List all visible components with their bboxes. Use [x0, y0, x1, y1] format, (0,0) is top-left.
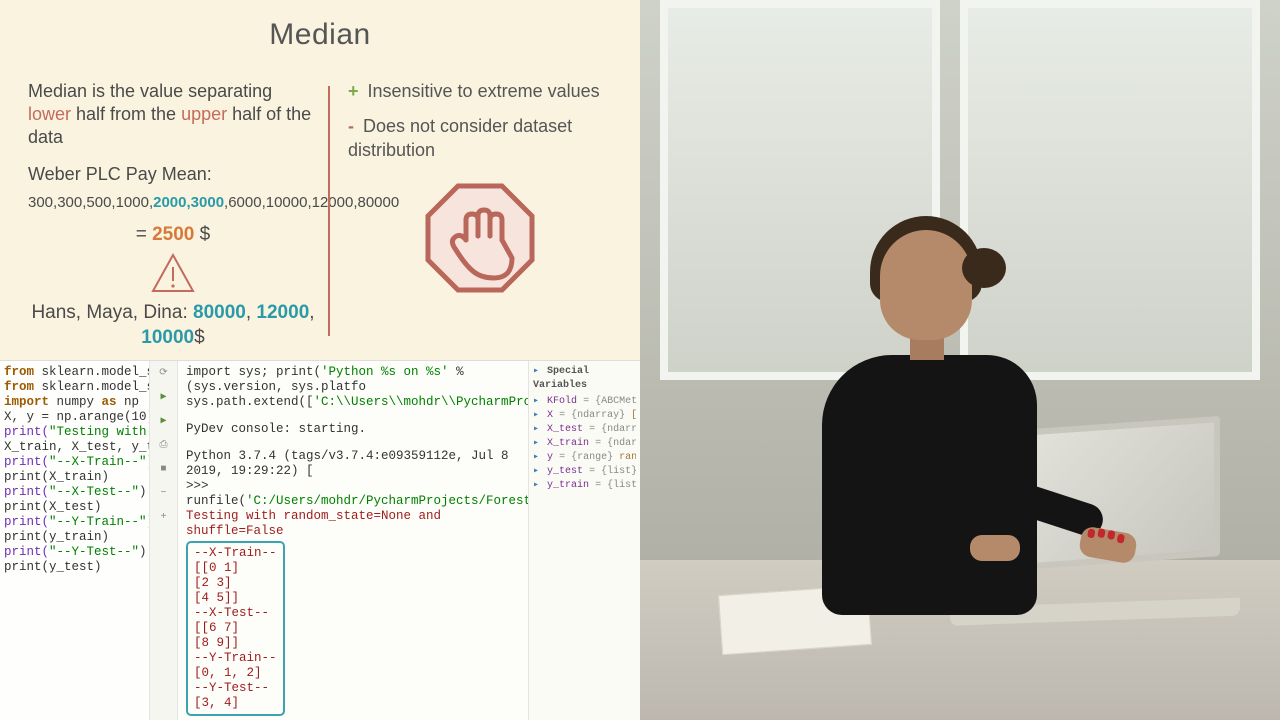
- code-line: print("--Y-Train--"): [4, 515, 147, 530]
- code-line: print(X_train): [4, 470, 147, 485]
- collapse-icon[interactable]: −: [156, 485, 172, 501]
- variable-row[interactable]: ▸ X_test = {ndarray} [[6 7]\n [: [533, 423, 636, 437]
- variable-row[interactable]: ▸ X = {ndarray} [[0 1]\n [2 3]\n: [533, 409, 636, 423]
- code-line: print("--X-Test--"): [4, 485, 147, 500]
- rerun-icon[interactable]: ▶: [156, 413, 172, 429]
- highlighted-output: --X-Train-- [[0 1] [2 3] [4 5]] --X-Test…: [186, 541, 285, 716]
- subhead-text: Weber PLC Pay Mean:: [28, 163, 318, 186]
- person-illustration: [770, 190, 1050, 610]
- vertical-divider: [328, 86, 330, 336]
- slide-panel: Median Median is the value separating lo…: [0, 0, 640, 360]
- plus-bullet: + Insensitive to extreme values: [348, 80, 612, 103]
- variable-row[interactable]: ▸ y = {range} range(0, 5): [533, 451, 636, 465]
- code-line: print(y_test): [4, 560, 147, 575]
- console-line: import sys; print('Python %s on %s' % (s…: [186, 365, 522, 395]
- variables-panel[interactable]: ▸ Special Variables ▸ KFold = {ABCMeta} …: [528, 361, 640, 720]
- console-line: PyDev console: starting.: [186, 422, 522, 437]
- stop-icon: [348, 178, 612, 298]
- run-gutter: ⟳ ▶ ▶ ⎙ ■ − +: [150, 361, 178, 720]
- minus-bullet: - Does not consider dataset distribution: [348, 115, 612, 162]
- code-line: X_train, X_test, y_train, y: [4, 440, 147, 455]
- code-line: print(y_train): [4, 530, 147, 545]
- variable-row[interactable]: ▸ X_train = {ndarray} [[0 1]\n [: [533, 437, 636, 451]
- console-line: Testing with random_state=None and shuff…: [186, 509, 522, 539]
- variables-header: ▸ Special Variables: [533, 365, 636, 393]
- variable-row[interactable]: ▸ y_train = {list} [0, 1, 2]: [533, 479, 636, 493]
- names-line: Hans, Maya, Dina: 80000, 12000, 10000$: [28, 301, 318, 350]
- code-line: print(X_test): [4, 500, 147, 515]
- print-icon[interactable]: ⎙: [156, 437, 172, 453]
- code-line: print("--X-Train--"): [4, 455, 147, 470]
- code-editor[interactable]: from sklearn.model_selectio from sklearn…: [0, 361, 150, 720]
- console-output[interactable]: import sys; print('Python %s on %s' % (s…: [178, 361, 528, 720]
- photo-panel: [640, 0, 1280, 720]
- refresh-icon[interactable]: ⟳: [156, 365, 172, 381]
- ide-panel: from sklearn.model_selectio from sklearn…: [0, 360, 640, 720]
- slide-right-column: + Insensitive to extreme values - Does n…: [348, 80, 612, 350]
- variable-row[interactable]: ▸ y_test = {list} [3, 4]: [533, 465, 636, 479]
- add-icon[interactable]: +: [156, 509, 172, 525]
- code-line: from sklearn.model_selectio: [4, 365, 147, 380]
- code-line: X, y = np.arange(10).reshap: [4, 410, 147, 425]
- code-line: from sklearn.model_selectio: [4, 380, 147, 395]
- variable-row[interactable]: ▸ KFold = {ABCMeta} <class ': [533, 395, 636, 409]
- numbers-line: 300,300,500,1000,2000,3000,6000,10000,12…: [28, 194, 318, 213]
- slide-title: Median: [28, 18, 612, 52]
- definition-text: Median is the value separating lower hal…: [28, 80, 318, 149]
- console-line: Python 3.7.4 (tags/v3.7.4:e09359112e, Ju…: [186, 449, 522, 479]
- code-line: print("Testing with random_: [4, 425, 147, 440]
- console-line: sys.path.extend(['C:\\Users\\mohdr\\Pych…: [186, 395, 522, 410]
- code-line: import numpy as np: [4, 395, 147, 410]
- code-line: print("--Y-Test--"): [4, 545, 147, 560]
- slide-left-column: Median is the value separating lower hal…: [28, 80, 318, 350]
- run-icon[interactable]: ▶: [156, 389, 172, 405]
- stop-run-icon[interactable]: ■: [156, 461, 172, 477]
- console-line: >>> runfile('C:/Users/mohdr/PycharmProje…: [186, 479, 522, 509]
- equals-line: = 2500 $: [28, 223, 318, 247]
- warning-icon: [28, 251, 318, 295]
